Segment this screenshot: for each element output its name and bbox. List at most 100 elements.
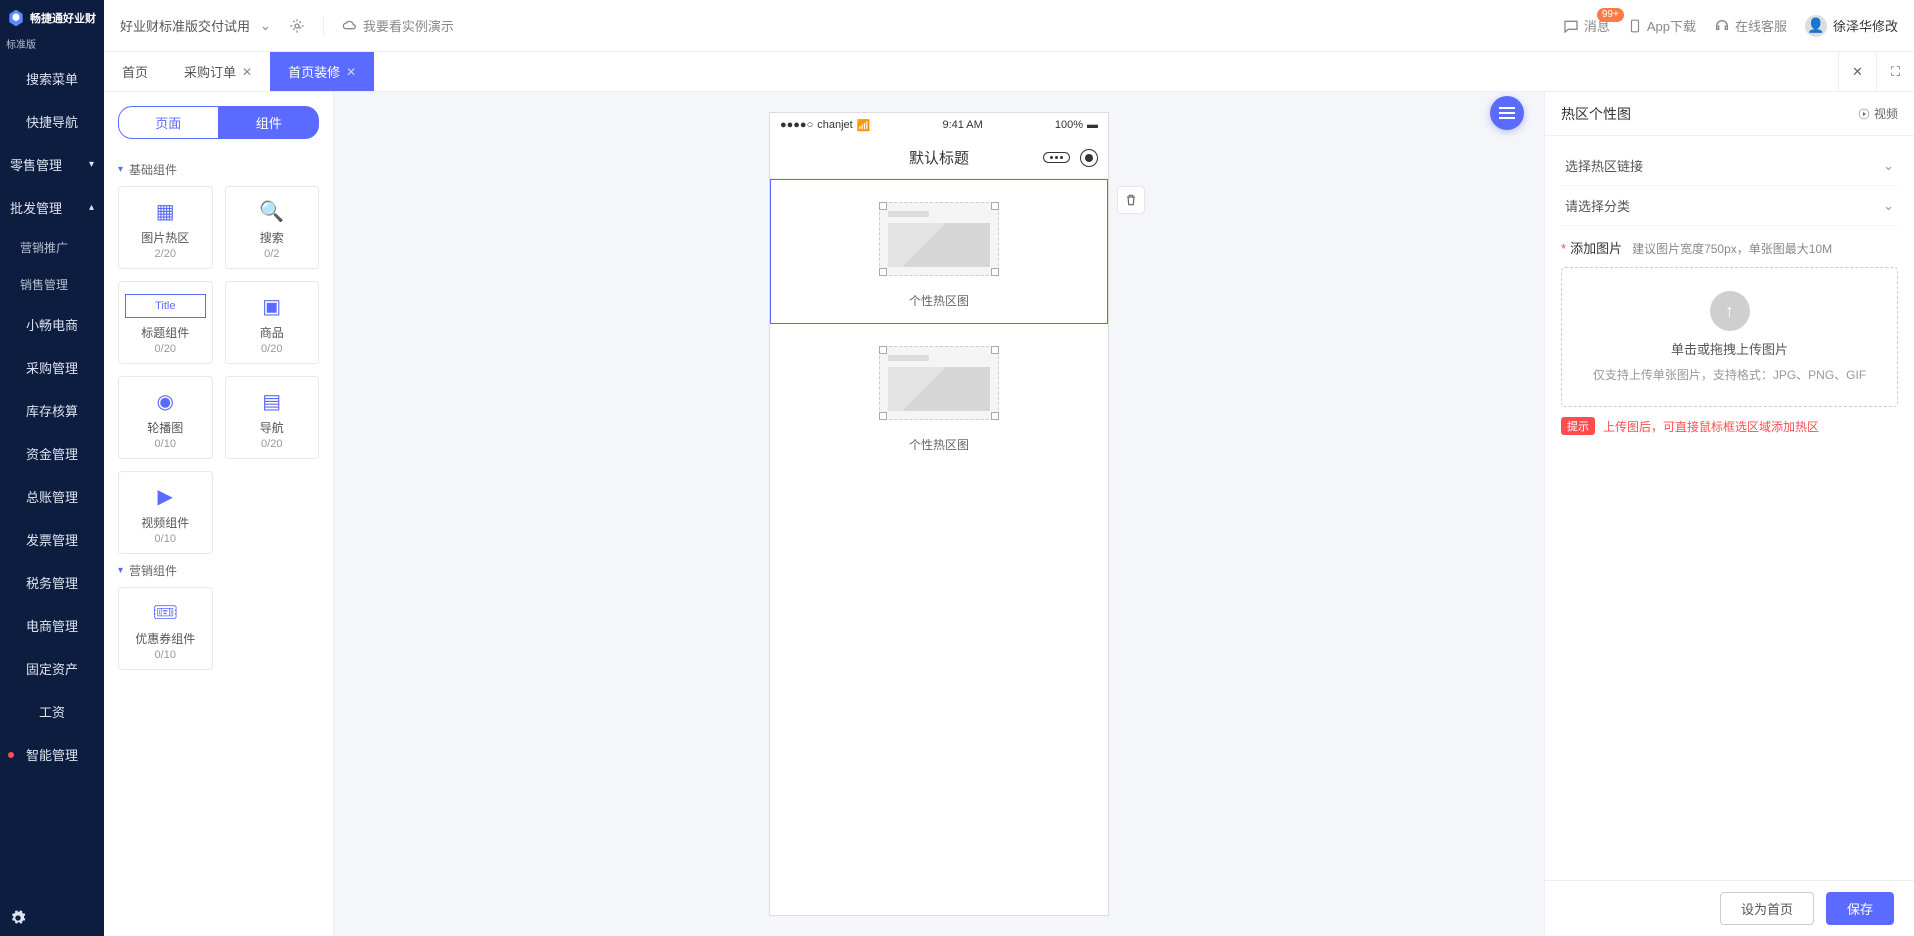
fullscreen-button[interactable]: ⛶: [1876, 52, 1914, 92]
sidebar-item-ecommerce-xc[interactable]: 小畅电商: [0, 303, 104, 346]
comp-video[interactable]: ▶视频组件0/10: [118, 471, 213, 554]
tabs-close-all[interactable]: ✕: [1838, 52, 1876, 92]
more-icon[interactable]: [1043, 152, 1070, 163]
tab-home[interactable]: 首页: [104, 52, 166, 91]
battery-icon: ▬: [1087, 119, 1098, 131]
sidebar-item-quick-nav[interactable]: 快捷导航: [0, 100, 104, 143]
component-palette: 页面 组件 ▾基础组件 ▦图片热区2/20 🔍搜索0/2 Title标题组件0/…: [104, 92, 334, 936]
sidebar-item-smart[interactable]: 智能管理: [0, 733, 104, 776]
canvas-block-1[interactable]: 个性热区图: [770, 324, 1108, 467]
close-icon[interactable]: ✕: [242, 65, 252, 79]
delete-block-button[interactable]: [1117, 186, 1145, 214]
set-home-button[interactable]: 设为首页: [1720, 892, 1814, 925]
close-icon[interactable]: ✕: [346, 65, 356, 79]
chevron-down-icon: ⌄: [1883, 198, 1894, 214]
trash-icon: [1124, 193, 1138, 207]
sidebar-sub-sales[interactable]: 销售管理: [0, 266, 104, 303]
brand-name: 畅捷通好业财: [30, 10, 96, 26]
cloud-icon: [342, 18, 358, 34]
video-icon: ▶: [125, 484, 206, 508]
sidebar-item-funds[interactable]: 资金管理: [0, 432, 104, 475]
tab-home-decorate[interactable]: 首页装修✕: [270, 52, 374, 91]
group-basic[interactable]: ▾基础组件: [118, 161, 319, 178]
sidebar-item-retail[interactable]: 零售管理▾: [0, 143, 104, 186]
coupon-icon: 🎟: [125, 600, 206, 624]
phone-status-bar: ●●●●○chanjet📶 9:41 AM 100%▬: [770, 113, 1108, 137]
top-header: 好业财标准版交付试用 ⌄ 我要看实例演示 消息 99+ App下载: [104, 0, 1914, 52]
sidebar-item-invoice[interactable]: 发票管理: [0, 518, 104, 561]
inspector-title: 热区个性图: [1561, 104, 1631, 124]
demo-link[interactable]: 我要看实例演示: [342, 16, 454, 35]
canvas-block-0[interactable]: 个性热区图: [770, 179, 1108, 324]
support-button[interactable]: 在线客服: [1714, 16, 1787, 35]
nav-icon: ▤: [232, 389, 313, 413]
status-time: 9:41 AM: [942, 119, 982, 131]
divider: [323, 16, 324, 36]
sidebar-item-ecommerce[interactable]: 电商管理: [0, 604, 104, 647]
user-menu[interactable]: 👤 徐泽华修改: [1805, 15, 1898, 37]
sidebar-item-search-menu[interactable]: 搜索菜单: [0, 57, 104, 100]
comp-image-hotspot[interactable]: ▦图片热区2/20: [118, 186, 213, 269]
carousel-icon: ◉: [125, 389, 206, 413]
chevron-down-icon: ⌄: [1883, 158, 1894, 174]
product-selector[interactable]: 好业财标准版交付试用 ⌄: [120, 16, 271, 35]
product-title: 好业财标准版交付试用: [120, 16, 250, 35]
sidebar-item-assets[interactable]: 固定资产: [0, 647, 104, 690]
image-icon: ▦: [125, 199, 206, 223]
phone-title-bar: 默认标题: [770, 137, 1108, 179]
inspector-video-link[interactable]: 视频: [1858, 105, 1898, 122]
add-image-label: 添加图片: [1570, 241, 1622, 256]
save-button[interactable]: 保存: [1826, 892, 1894, 925]
palette-tab-page[interactable]: 页面: [118, 106, 219, 139]
tab-purchase-order[interactable]: 采购订单✕: [166, 52, 270, 91]
sidebar-item-wholesale[interactable]: 批发管理▴: [0, 186, 104, 229]
header-settings[interactable]: [289, 18, 305, 34]
field-hotspot-link[interactable]: 选择热区链接 ⌄: [1561, 146, 1898, 186]
comp-goods[interactable]: ▣商品0/20: [225, 281, 320, 364]
mobile-icon: [1628, 18, 1642, 34]
sidebar-item-inventory[interactable]: 库存核算: [0, 389, 104, 432]
sidebar-item-ledger[interactable]: 总账管理: [0, 475, 104, 518]
upload-sub-text: 仅支持上传单张图片，支持格式：JPG、PNG、GIF: [1593, 366, 1866, 383]
block-label: 个性热区图: [781, 292, 1097, 309]
menu-icon: [1499, 107, 1515, 119]
message-count-badge: 99+: [1597, 8, 1624, 22]
inspector-footer: 设为首页 保存: [1545, 880, 1914, 936]
sidebar-menu: 搜索菜单 快捷导航 零售管理▾ 批发管理▴ 营销推广 销售管理 小畅电商 采购管…: [0, 57, 104, 900]
add-image-hint: 建议图片宽度750px，单张图最大10M: [1632, 240, 1832, 257]
chevron-down-icon: ⌄: [260, 18, 271, 34]
group-marketing[interactable]: ▾营销组件: [118, 562, 319, 579]
upload-dropzone[interactable]: ↑ 单击或拖拽上传图片 仅支持上传单张图片，支持格式：JPG、PNG、GIF: [1561, 267, 1898, 407]
canvas-menu-fab[interactable]: [1490, 96, 1524, 130]
sidebar-item-purchase[interactable]: 采购管理: [0, 346, 104, 389]
sidebar-item-salary[interactable]: 工资: [0, 690, 104, 733]
comp-title[interactable]: Title标题组件0/20: [118, 281, 213, 364]
comp-nav[interactable]: ▤导航0/20: [225, 376, 320, 459]
comp-carousel[interactable]: ◉轮播图0/10: [118, 376, 213, 459]
search-icon: 🔍: [232, 199, 313, 223]
comp-search[interactable]: 🔍搜索0/2: [225, 186, 320, 269]
chevron-down-icon: ▾: [89, 159, 94, 170]
page-tabs: 首页 采购订单✕ 首页装修✕ ✕ ⛶: [104, 52, 1914, 92]
image-placeholder: [879, 346, 999, 420]
triangle-down-icon: ▾: [118, 565, 123, 576]
messages-button[interactable]: 消息 99+: [1563, 16, 1610, 35]
tip-text: 上传图后，可直接鼠标框选区域添加热区: [1603, 418, 1819, 435]
comp-coupon[interactable]: 🎟优惠券组件0/10: [118, 587, 213, 670]
sidebar-settings[interactable]: [0, 900, 104, 936]
sidebar-item-tax[interactable]: 税务管理: [0, 561, 104, 604]
headset-icon: [1714, 18, 1730, 34]
target-icon[interactable]: [1080, 149, 1098, 167]
gear-icon: [289, 18, 305, 34]
brand-edition: 标准版: [0, 36, 104, 57]
app-download-button[interactable]: App下载: [1628, 16, 1696, 35]
field-category[interactable]: 请选择分类 ⌄: [1561, 186, 1898, 226]
property-inspector: 热区个性图 视频 选择热区链接 ⌄ 请选择分类 ⌄: [1544, 92, 1914, 936]
user-name: 徐泽华修改: [1833, 16, 1898, 35]
left-sidebar: 畅捷通好业财 标准版 搜索菜单 快捷导航 零售管理▾ 批发管理▴ 营销推广 销售…: [0, 0, 104, 936]
palette-tab-component[interactable]: 组件: [219, 106, 320, 139]
sidebar-sub-marketing[interactable]: 营销推广: [0, 229, 104, 266]
upload-main-text: 单击或拖拽上传图片: [1671, 339, 1788, 358]
image-placeholder: [879, 202, 999, 276]
wifi-icon: 📶: [857, 119, 871, 132]
